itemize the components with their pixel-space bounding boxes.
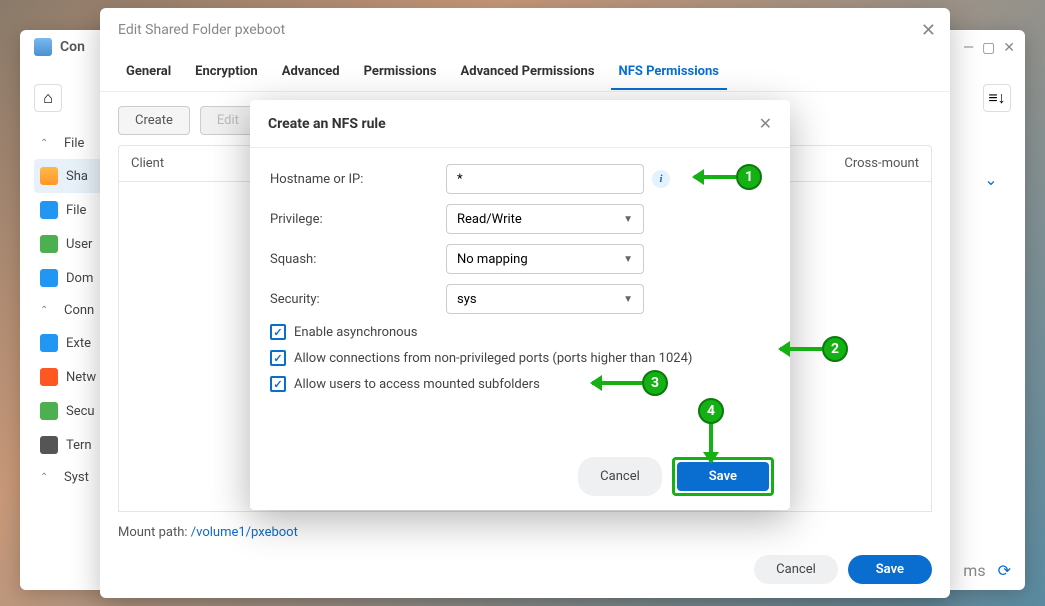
sidebar-label: Secu [66, 404, 95, 419]
squash-select[interactable]: No mapping ▼ [446, 244, 644, 274]
sidebar-label: Tern [66, 438, 92, 453]
tab-advanced[interactable]: Advanced [274, 54, 348, 89]
security-value: sys [457, 292, 477, 307]
folder-icon [40, 167, 58, 185]
info-icon[interactable]: i [652, 170, 670, 188]
shield-icon [40, 402, 58, 420]
close-icon[interactable]: ✕ [921, 20, 936, 41]
create-nfs-rule-dialog: Create an NFS rule ✕ Hostname or IP: i P… [250, 100, 790, 510]
tabs: General Encryption Advanced Permissions … [100, 52, 950, 92]
security-row: Security: sys ▼ [270, 284, 770, 314]
subfolders-row: ✓ Allow users to access mounted subfolde… [270, 376, 770, 392]
sidebar-label: Syst [64, 470, 89, 485]
sort-button[interactable]: ≡↓ [983, 84, 1011, 112]
bottom-status: ms ⟳ [963, 561, 1011, 580]
mount-path: /volume1/pxeboot [191, 525, 298, 540]
external-icon [40, 334, 58, 352]
tab-nfs-permissions[interactable]: NFS Permissions [611, 54, 727, 89]
hostname-label: Hostname or IP: [270, 172, 446, 187]
close-icon[interactable]: ✕ [759, 114, 772, 133]
reload-icon[interactable]: ⟳ [998, 561, 1011, 580]
nonpriv-checkbox[interactable]: ✓ [270, 350, 286, 366]
privilege-value: Read/Write [457, 212, 522, 227]
terminal-icon [40, 436, 58, 454]
nonpriv-label: Allow connections from non-privileged po… [294, 351, 692, 366]
chevron-up-icon: ⌃ [40, 138, 52, 150]
async-label: Enable asynchronous [294, 325, 417, 340]
cancel-button[interactable]: Cancel [754, 555, 838, 584]
sidebar-label: File [64, 136, 84, 151]
chevron-down-icon: ▼ [623, 214, 633, 225]
network-icon [40, 368, 58, 386]
close-icon[interactable]: ✕ [1003, 40, 1015, 56]
status-label: ms [963, 561, 985, 580]
async-row: ✓ Enable asynchronous [270, 324, 770, 340]
squash-value: No mapping [457, 252, 528, 267]
nonpriv-row: ✓ Allow connections from non-privileged … [270, 350, 770, 366]
sidebar-label: Exte [66, 336, 91, 351]
squash-label: Squash: [270, 252, 446, 267]
col-crossmount: Cross-mount [819, 156, 919, 171]
save-button[interactable]: Save [848, 555, 932, 584]
chevron-up-icon: ⌃ [40, 305, 52, 317]
mount-path-row: Mount path: /volume1/pxeboot [118, 525, 298, 540]
dialog-title: Create an NFS rule [268, 116, 386, 132]
hostname-input[interactable] [446, 164, 644, 194]
tab-permissions[interactable]: Permissions [356, 54, 445, 89]
sidebar-label: Netw [66, 370, 96, 385]
dialog-body: Hostname or IP: i Privilege: Read/Write ▼… [250, 148, 790, 410]
create-button[interactable]: Create [118, 106, 190, 135]
squash-row: Squash: No mapping ▼ [270, 244, 770, 274]
domain-icon [40, 269, 58, 287]
sidebar-label: Conn [64, 303, 94, 318]
tab-general[interactable]: General [118, 54, 179, 89]
privilege-label: Privilege: [270, 212, 446, 227]
save-button[interactable]: Save [677, 462, 769, 491]
file-icon [40, 201, 58, 219]
chevron-down-icon[interactable]: ⌄ [971, 150, 1011, 209]
right-panel: ⌄ [971, 150, 1011, 510]
chevron-down-icon: ▼ [623, 294, 633, 305]
cancel-button[interactable]: Cancel [578, 457, 662, 496]
tab-advanced-permissions[interactable]: Advanced Permissions [453, 54, 603, 89]
subfolders-label: Allow users to access mounted subfolders [294, 377, 540, 392]
dialog-footer: Cancel Save [754, 555, 932, 584]
mount-label: Mount path: [118, 525, 188, 540]
security-select[interactable]: sys ▼ [446, 284, 644, 314]
tab-encryption[interactable]: Encryption [187, 54, 266, 89]
edit-button: Edit [200, 106, 256, 135]
home-button[interactable]: ⌂ [34, 84, 62, 112]
sidebar-label: User [66, 237, 92, 252]
address-bar: ⌂ [34, 84, 62, 112]
window-title-row: Con [34, 38, 85, 56]
dialog-header: Create an NFS rule ✕ [250, 100, 790, 148]
save-highlight: Save [672, 457, 774, 496]
chevron-down-icon: ▼ [623, 254, 633, 265]
user-icon [40, 235, 58, 253]
window-title: Con [60, 39, 85, 55]
privilege-row: Privilege: Read/Write ▼ [270, 204, 770, 234]
sidebar-label: Dom [66, 271, 93, 286]
control-panel-icon [34, 38, 52, 56]
minimize-icon[interactable]: — [963, 40, 974, 56]
dialog-title: Edit Shared Folder pxeboot [100, 8, 950, 52]
dialog-footer: Cancel Save [578, 457, 774, 496]
maximize-icon[interactable]: ▢ [982, 40, 995, 56]
security-label: Security: [270, 292, 446, 307]
privilege-select[interactable]: Read/Write ▼ [446, 204, 644, 234]
subfolders-checkbox[interactable]: ✓ [270, 376, 286, 392]
chevron-up-icon: ⌃ [40, 472, 52, 484]
hostname-row: Hostname or IP: i [270, 164, 770, 194]
sidebar-label: File [66, 203, 86, 218]
sidebar-label: Sha [66, 169, 88, 184]
window-controls: — ▢ ✕ [963, 40, 1015, 56]
async-checkbox[interactable]: ✓ [270, 324, 286, 340]
